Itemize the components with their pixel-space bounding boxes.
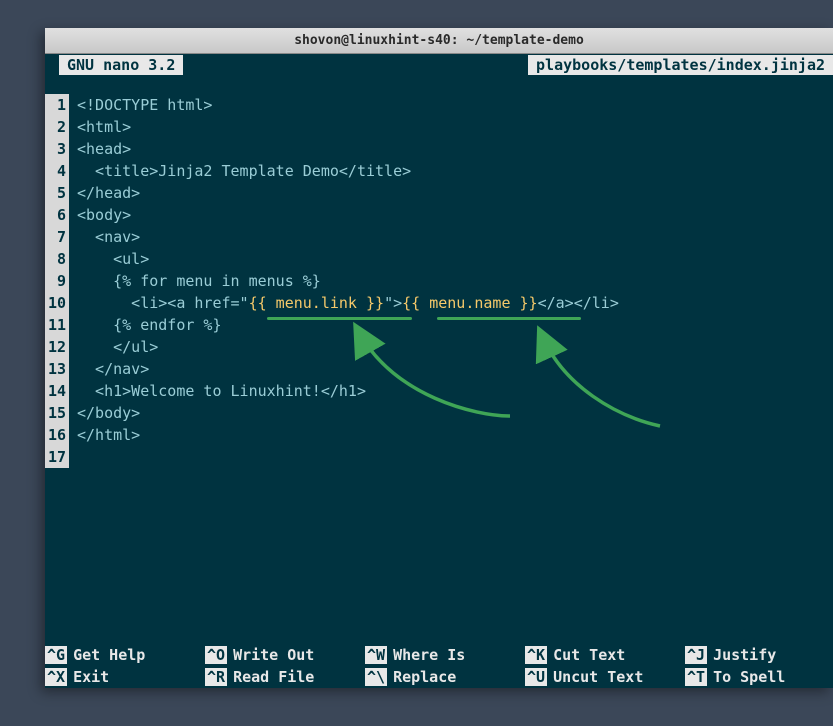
shortcut-item: ^W Where Is xyxy=(365,644,525,666)
line-number: 7 xyxy=(45,226,69,248)
terminal-window: shovon@linuxhint-s40: ~/template-demo GN… xyxy=(45,28,833,688)
shortcut-label: Get Help xyxy=(73,646,145,664)
line-number: 5 xyxy=(45,182,69,204)
shortcut-label: Read File xyxy=(233,668,314,686)
shortcut-key: ^K xyxy=(525,646,547,664)
shortcut-key: ^R xyxy=(205,668,227,686)
shortcut-item: ^T To Spell xyxy=(685,666,833,688)
shortcut-item: ^J Justify xyxy=(685,644,833,666)
code-text: {% for menu in menus %} xyxy=(69,270,321,292)
shortcut-item: ^X Exit xyxy=(45,666,205,688)
window-titlebar: shovon@linuxhint-s40: ~/template-demo xyxy=(45,28,833,54)
shortcut-item: ^K Cut Text xyxy=(525,644,685,666)
line-number: 16 xyxy=(45,424,69,446)
shortcut-label: Exit xyxy=(73,668,109,686)
app-name: GNU nano 3.2 xyxy=(59,55,183,75)
code-text: </head> xyxy=(69,182,140,204)
code-line[interactable]: 14 <h1>Welcome to Linuxhint!</h1> xyxy=(45,380,833,402)
shortcut-label: Justify xyxy=(713,646,776,664)
code-line[interactable]: 16</html> xyxy=(45,424,833,446)
code-line[interactable]: 8 <ul> xyxy=(45,248,833,270)
titlebar-text: shovon@linuxhint-s40: ~/template-demo xyxy=(294,33,584,48)
line-number: 17 xyxy=(45,446,69,468)
code-line[interactable]: 15</body> xyxy=(45,402,833,424)
line-number: 12 xyxy=(45,336,69,358)
line-number: 14 xyxy=(45,380,69,402)
shortcut-item: ^G Get Help xyxy=(45,644,205,666)
code-text: <li><a href="{{ menu.link }}">{{ menu.na… xyxy=(69,292,619,314)
nano-header: GNU nano 3.2 playbooks/templates/index.j… xyxy=(45,54,833,76)
code-line[interactable]: 17 xyxy=(45,446,833,468)
code-line[interactable]: 10 <li><a href="{{ menu.link }}">{{ menu… xyxy=(45,292,833,314)
code-text: <!DOCTYPE html> xyxy=(69,94,212,116)
shortcut-key: ^G xyxy=(45,646,67,664)
line-number: 15 xyxy=(45,402,69,424)
code-text: </body> xyxy=(69,402,140,424)
code-line[interactable]: 4 <title>Jinja2 Template Demo</title> xyxy=(45,160,833,182)
code-text: <title>Jinja2 Template Demo</title> xyxy=(69,160,411,182)
shortcut-label: To Spell xyxy=(713,668,785,686)
code-text: </html> xyxy=(69,424,140,446)
code-text: </ul> xyxy=(69,336,158,358)
line-number: 9 xyxy=(45,270,69,292)
line-number: 2 xyxy=(45,116,69,138)
code-text: <ul> xyxy=(69,248,149,270)
file-path: playbooks/templates/index.jinja2 xyxy=(528,55,833,75)
code-text: <body> xyxy=(69,204,131,226)
code-line[interactable]: 5</head> xyxy=(45,182,833,204)
code-line[interactable]: 3<head> xyxy=(45,138,833,160)
code-line[interactable]: 12 </ul> xyxy=(45,336,833,358)
line-number: 4 xyxy=(45,160,69,182)
shortcut-label: Write Out xyxy=(233,646,314,664)
shortcut-bar: ^G Get Help ^O Write Out ^W Where Is ^K Cut Tex… xyxy=(45,644,833,688)
annotation-underline-2 xyxy=(437,317,581,320)
code-text: <h1>Welcome to Linuxhint!</h1> xyxy=(69,380,366,402)
shortcut-item: ^U Uncut Text xyxy=(525,666,685,688)
code-line[interactable]: 7 <nav> xyxy=(45,226,833,248)
shortcut-key: ^T xyxy=(685,668,707,686)
shortcut-label: Replace xyxy=(393,668,456,686)
code-line[interactable]: 9 {% for menu in menus %} xyxy=(45,270,833,292)
code-text: <head> xyxy=(69,138,131,160)
line-number: 6 xyxy=(45,204,69,226)
shortcut-label: Uncut Text xyxy=(553,668,643,686)
shortcut-item: ^O Write Out xyxy=(205,644,365,666)
shortcut-label: Where Is xyxy=(393,646,465,664)
shortcut-key: ^\ xyxy=(365,668,387,686)
code-line[interactable]: 6<body> xyxy=(45,204,833,226)
line-number: 10 xyxy=(45,292,69,314)
shortcut-key: ^W xyxy=(365,646,387,664)
code-line[interactable]: 1<!DOCTYPE html> xyxy=(45,94,833,116)
editor-area[interactable]: 1<!DOCTYPE html>2<html>3<head>4 <title>J… xyxy=(45,76,833,646)
line-number: 8 xyxy=(45,248,69,270)
shortcut-key: ^U xyxy=(525,668,547,686)
shortcut-key: ^J xyxy=(685,646,707,664)
line-number: 1 xyxy=(45,94,69,116)
shortcut-item: ^R Read File xyxy=(205,666,365,688)
annotation-underline-1 xyxy=(267,317,412,320)
shortcut-key: ^O xyxy=(205,646,227,664)
shortcut-label: Cut Text xyxy=(553,646,625,664)
code-line[interactable]: 13 </nav> xyxy=(45,358,833,380)
code-text: <nav> xyxy=(69,226,140,248)
shortcut-key: ^X xyxy=(45,668,67,686)
shortcut-item: ^\ Replace xyxy=(365,666,525,688)
code-text xyxy=(69,446,77,468)
line-number: 13 xyxy=(45,358,69,380)
line-number: 11 xyxy=(45,314,69,336)
code-text: {% endfor %} xyxy=(69,314,222,336)
code-text: <html> xyxy=(69,116,131,138)
code-text: </nav> xyxy=(69,358,149,380)
line-number: 3 xyxy=(45,138,69,160)
code-line[interactable]: 2<html> xyxy=(45,116,833,138)
